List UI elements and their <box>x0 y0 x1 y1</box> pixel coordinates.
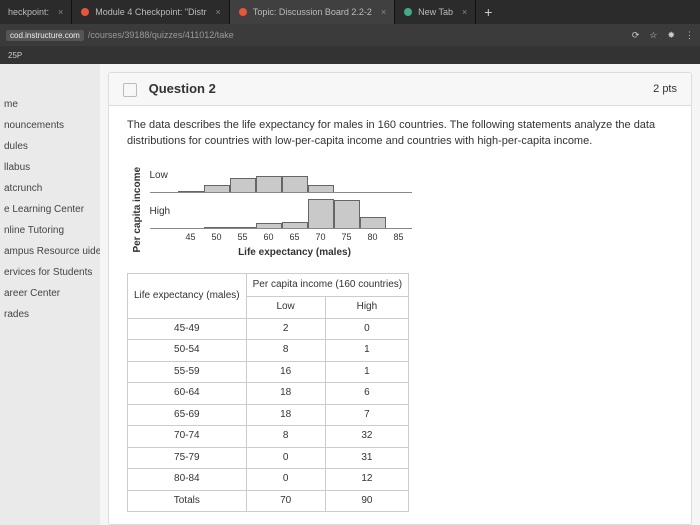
sidebar-item[interactable]: atcrunch <box>0 178 100 199</box>
tab-label: Topic: Discussion Board 2.2-2 <box>253 7 372 17</box>
star-icon[interactable]: ☆ <box>649 30 657 41</box>
canvas-icon <box>80 7 90 17</box>
tab-3[interactable]: New Tab × <box>395 0 476 24</box>
bookmark-item[interactable]: 25P <box>8 51 22 60</box>
flag-checkbox[interactable] <box>123 83 137 97</box>
tab-label: heckpoint: <box>8 7 49 17</box>
table-row: 65-69187 <box>128 404 409 426</box>
table-row: 50-5481 <box>128 340 409 362</box>
data-table: Life expectancy (males) Per capita incom… <box>127 273 409 513</box>
table-row: 80-84012 <box>128 469 409 491</box>
histogram-bar <box>230 227 256 228</box>
histogram-bar <box>204 185 230 192</box>
axis-tick: 85 <box>386 231 412 244</box>
axis-tick: 80 <box>360 231 386 244</box>
axis-tick: 55 <box>230 231 256 244</box>
menu-icon[interactable]: ⋮ <box>685 30 694 41</box>
table-row: 75-79031 <box>128 447 409 469</box>
bookmarks-bar: 25P <box>0 46 700 64</box>
sidebar-item[interactable]: ampus Resource uide <box>0 241 100 262</box>
sidebar-item[interactable]: areer Center <box>0 283 100 304</box>
table-header-top: Per capita income (160 countries) <box>246 273 409 297</box>
tab-label: Module 4 Checkpoint: "Distr <box>95 7 206 17</box>
chart-ylabel: Per capita income <box>127 159 150 261</box>
sidebar-item[interactable]: me <box>0 94 100 115</box>
reload-icon[interactable]: ⟳ <box>632 30 640 41</box>
question-body: The data describes the life expectancy f… <box>127 118 673 150</box>
question-card: Question 2 2 pts The data describes the … <box>108 72 692 525</box>
url-host: cod.instructure.com <box>6 30 84 41</box>
tab-label: New Tab <box>418 7 453 17</box>
table-col-high: High <box>325 297 409 319</box>
totals-label: Totals <box>128 490 247 512</box>
question-title: Question 2 <box>149 81 216 96</box>
histogram-bar <box>256 176 282 192</box>
browser-tabs: heckpoint: × Module 4 Checkpoint: "Distr… <box>0 0 700 24</box>
histogram-bar <box>360 217 386 228</box>
url-path: /courses/39188/quizzes/411012/take <box>88 30 234 40</box>
address-bar: cod.instructure.com /courses/39188/quizz… <box>0 24 700 46</box>
axis-tick: 50 <box>204 231 230 244</box>
sidebar-item[interactable]: llabus <box>0 157 100 178</box>
axis-tick: 65 <box>282 231 308 244</box>
close-icon[interactable]: × <box>462 7 467 17</box>
table-row: 55-59161 <box>128 361 409 383</box>
close-icon[interactable]: × <box>381 7 386 17</box>
series-label-low: Low <box>150 169 178 184</box>
close-icon[interactable]: × <box>58 7 63 17</box>
sidebar-item[interactable]: e Learning Center <box>0 199 100 220</box>
sidebar-item[interactable]: rades <box>0 304 100 325</box>
histogram-bar <box>334 200 360 228</box>
table-row: 45-4920 <box>128 318 409 340</box>
new-tab-button[interactable]: + <box>476 4 500 20</box>
sidebar-item[interactable]: nouncements <box>0 115 100 136</box>
histogram-bar <box>282 176 308 192</box>
chrome-icon <box>403 7 413 17</box>
series-label-high: High <box>150 205 178 220</box>
totals-low: 70 <box>246 490 325 512</box>
canvas-icon <box>238 7 248 17</box>
tab-1[interactable]: Module 4 Checkpoint: "Distr × <box>72 0 230 24</box>
axis-tick: 70 <box>308 231 334 244</box>
histogram-chart: Per capita income Low High 4550556065707… <box>127 159 673 261</box>
table-row: 60-64186 <box>128 383 409 405</box>
chart-xlabel: Life expectancy (males) <box>178 246 412 261</box>
table-col-life: Life expectancy (males) <box>128 273 247 318</box>
histogram-bar <box>308 185 334 192</box>
totals-high: 90 <box>325 490 409 512</box>
histogram-bar <box>256 223 282 228</box>
table-col-low: Low <box>246 297 325 319</box>
histogram-bar <box>204 227 230 228</box>
close-icon[interactable]: × <box>216 7 221 17</box>
histogram-bar <box>178 191 204 193</box>
tab-2[interactable]: Topic: Discussion Board 2.2-2 × <box>230 0 395 24</box>
axis-tick: 75 <box>334 231 360 244</box>
sidebar-item[interactable]: nline Tutoring <box>0 220 100 241</box>
axis-tick: 60 <box>256 231 282 244</box>
table-row: 70-74832 <box>128 426 409 448</box>
question-points: 2 pts <box>653 83 677 95</box>
sidebar-item[interactable]: dules <box>0 136 100 157</box>
tab-0[interactable]: heckpoint: × <box>0 0 72 24</box>
course-sidebar: me nouncements dules llabus atcrunch e L… <box>0 64 100 525</box>
histogram-bar <box>230 178 256 193</box>
histogram-bar <box>282 222 308 228</box>
histogram-bar <box>308 199 334 228</box>
extension-icon[interactable]: ✸ <box>667 30 675 41</box>
axis-tick: 45 <box>178 231 204 244</box>
sidebar-item[interactable]: ervices for Students <box>0 262 100 283</box>
